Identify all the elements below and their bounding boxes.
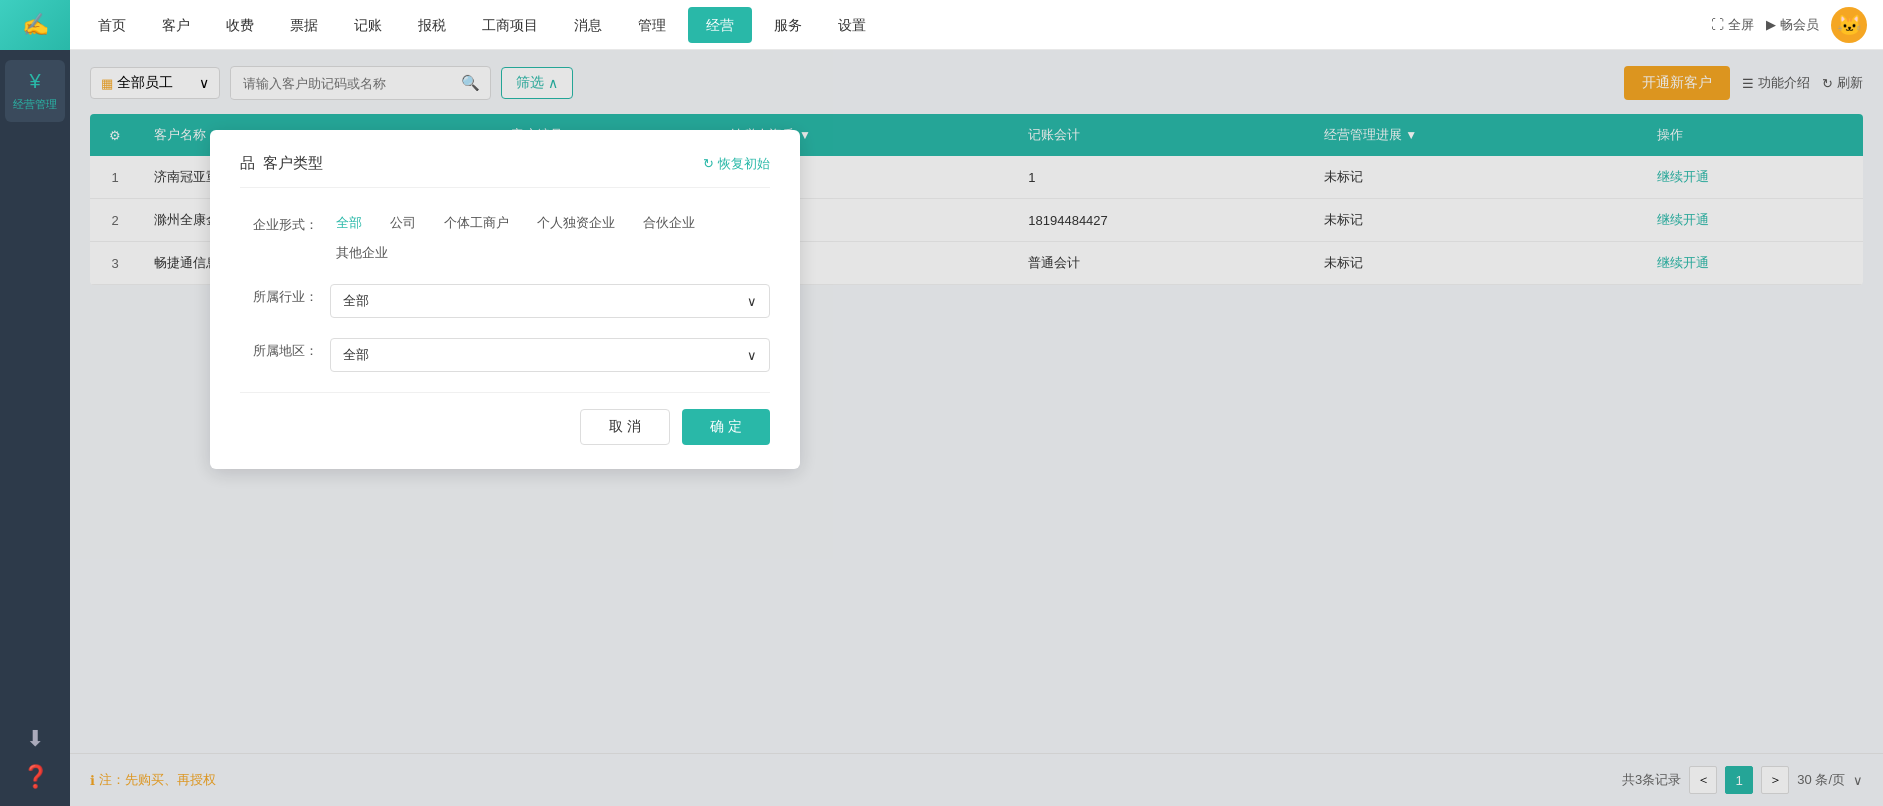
enterprise-option-3[interactable]: 个人独资企业 <box>531 212 621 234</box>
enterprise-options: 全部公司个体工商户个人独资企业合伙企业其他企业 <box>330 212 770 264</box>
region-dropdown-icon: ∨ <box>747 348 757 363</box>
nav-bookkeep[interactable]: 记账 <box>336 0 400 50</box>
modal-header: 品 客户类型 ↻ 恢复初始 <box>240 154 770 188</box>
nav-bill[interactable]: 票据 <box>272 0 336 50</box>
modal-reset-btn[interactable]: ↻ 恢复初始 <box>703 155 770 173</box>
industry-form-row: 所属行业： 全部 ∨ <box>240 284 770 318</box>
nav-right: ⛶ 全屏 ▶ 畅会员 🐱 <box>1711 7 1883 43</box>
nav-business[interactable]: 工商项目 <box>464 0 556 50</box>
region-select-container: 全部 ∨ <box>330 338 770 372</box>
enterprise-option-1[interactable]: 公司 <box>384 212 422 234</box>
sidebar: ¥ 经营管理 ⬇ ❓ <box>0 50 70 806</box>
filter-modal: 品 客户类型 ↻ 恢复初始 企业形式： 全部公司个体工商户个人独资企业合伙企业其… <box>210 130 800 469</box>
enterprise-form-label: 企业形式： <box>240 212 330 234</box>
nav-settings[interactable]: 设置 <box>820 0 884 50</box>
nav-items: 首页 客户 收费 票据 记账 报税 工商项目 消息 管理 经营 服务 设置 <box>70 0 1711 49</box>
industry-label: 所属行业： <box>240 284 330 306</box>
top-nav: ✍ 首页 客户 收费 票据 记账 报税 工商项目 消息 管理 经营 服务 设置 … <box>0 0 1883 50</box>
sidebar-download[interactable]: ⬇ <box>26 726 44 752</box>
enterprise-option-5[interactable]: 其他企业 <box>330 242 394 264</box>
fullscreen-btn[interactable]: ⛶ 全屏 <box>1711 16 1754 34</box>
industry-select[interactable]: 全部 ∨ <box>330 284 770 318</box>
nav-customer[interactable]: 客户 <box>144 0 208 50</box>
sidebar-item-operation[interactable]: ¥ 经营管理 <box>5 60 65 122</box>
region-label: 所属地区： <box>240 338 330 360</box>
logo: ✍ <box>0 0 70 50</box>
enterprise-option-4[interactable]: 合伙企业 <box>637 212 701 234</box>
enterprise-option-2[interactable]: 个体工商户 <box>438 212 515 234</box>
logo-icon: ✍ <box>22 12 49 38</box>
modal-overlay: 品 客户类型 ↻ 恢复初始 企业形式： 全部公司个体工商户个人独资企业合伙企业其… <box>70 50 1883 806</box>
modal-title: 品 客户类型 <box>240 154 323 173</box>
nav-home[interactable]: 首页 <box>80 0 144 50</box>
nav-manage[interactable]: 管理 <box>620 0 684 50</box>
sidebar-help[interactable]: ❓ <box>22 764 49 790</box>
industry-dropdown-icon: ∨ <box>747 294 757 309</box>
vip-btn[interactable]: ▶ 畅会员 <box>1766 16 1819 34</box>
vip-icon: ▶ <box>1766 17 1776 32</box>
modal-footer: 取 消 确 定 <box>240 392 770 445</box>
nav-message[interactable]: 消息 <box>556 0 620 50</box>
region-select[interactable]: 全部 ∨ <box>330 338 770 372</box>
fullscreen-icon: ⛶ <box>1711 17 1724 32</box>
cancel-button[interactable]: 取 消 <box>580 409 670 445</box>
avatar[interactable]: 🐱 <box>1831 7 1867 43</box>
nav-operation[interactable]: 经营 <box>688 7 752 43</box>
region-form-row: 所属地区： 全部 ∨ <box>240 338 770 372</box>
modal-title-icon: 品 <box>240 154 255 173</box>
nav-fee[interactable]: 收费 <box>208 0 272 50</box>
enterprise-form-row: 企业形式： 全部公司个体工商户个人独资企业合伙企业其他企业 <box>240 212 770 264</box>
nav-tax[interactable]: 报税 <box>400 0 464 50</box>
confirm-button[interactable]: 确 定 <box>682 409 770 445</box>
reset-icon: ↻ <box>703 156 714 171</box>
sidebar-bottom: ⬇ ❓ <box>22 726 49 790</box>
nav-service[interactable]: 服务 <box>756 0 820 50</box>
sidebar-icon-money: ¥ <box>29 70 40 93</box>
industry-select-container: 全部 ∨ <box>330 284 770 318</box>
enterprise-option-0[interactable]: 全部 <box>330 212 368 234</box>
